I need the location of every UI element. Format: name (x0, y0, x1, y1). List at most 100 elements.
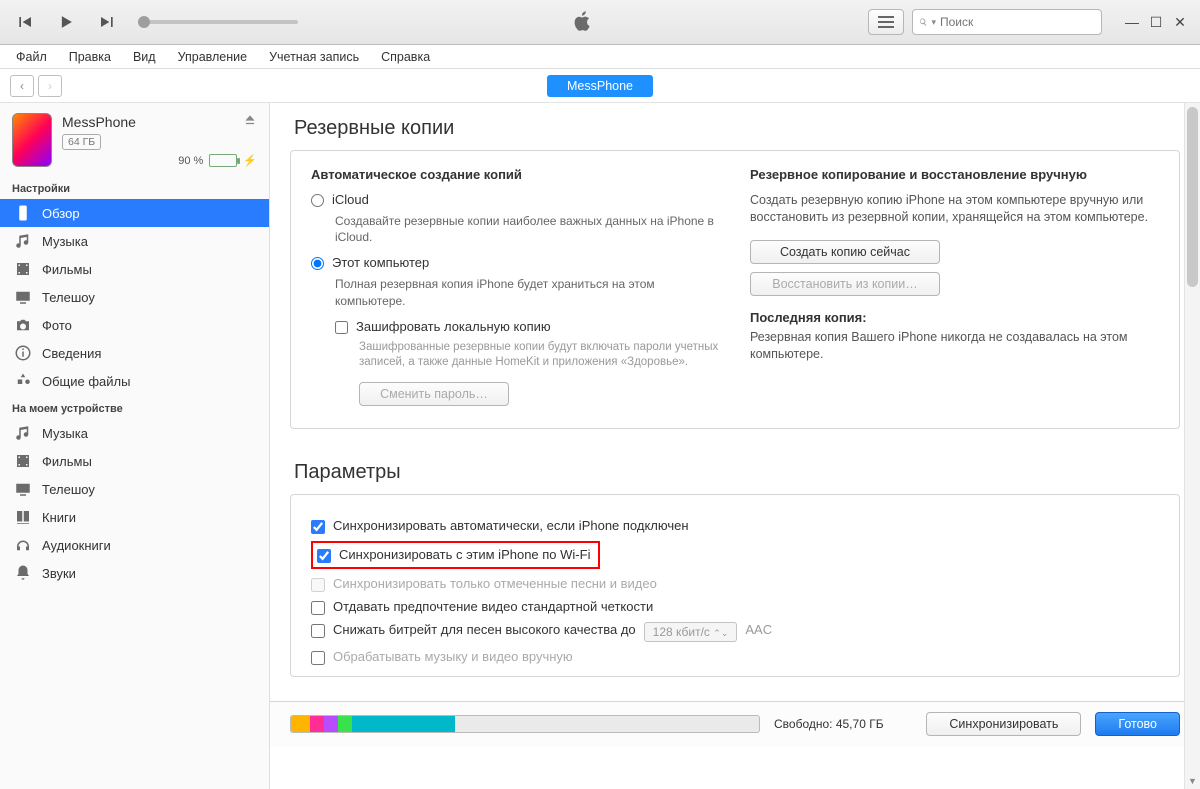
icloud-desc: Создавайте резервные копии наиболее важн… (335, 213, 720, 245)
opt-sd-video[interactable]: Отдавать предпочтение видео стандартной … (311, 599, 1159, 615)
free-space-label: Свободно: 45,70 ГБ (774, 717, 884, 731)
bell-icon (14, 564, 32, 582)
menu-bar: Файл Правка Вид Управление Учетная запис… (0, 45, 1200, 69)
menu-view[interactable]: Вид (123, 47, 166, 67)
menu-help[interactable]: Справка (371, 47, 440, 67)
main-content: Резервные копии Автоматическое создание … (270, 103, 1200, 789)
search-input[interactable] (940, 15, 1095, 29)
checkbox-bitrate[interactable] (311, 624, 325, 638)
next-button[interactable] (90, 8, 122, 36)
sidebar-item-label: Фото (42, 318, 72, 333)
search-field[interactable]: ▾ (912, 9, 1102, 35)
opt-bitrate[interactable]: Снижать битрейт для песен высокого качес… (311, 622, 1159, 642)
capacity-bar (290, 715, 760, 733)
vertical-scrollbar[interactable]: ▲ ▼ (1184, 103, 1200, 789)
menu-account[interactable]: Учетная запись (259, 47, 369, 67)
checkbox-wifi-sync[interactable] (317, 549, 331, 563)
apps-icon (14, 372, 32, 390)
scroll-thumb[interactable] (1187, 107, 1198, 287)
params-panel: Синхронизировать автоматически, если iPh… (290, 494, 1180, 677)
opt-manual-manage[interactable]: Обрабатывать музыку и видео вручную (311, 649, 1159, 665)
device-name: MessPhone (62, 114, 136, 130)
restore-button[interactable]: Восстановить из копии… (750, 272, 940, 296)
sidebar: MessPhone 64 ГБ 90 % ⚡ Настройки Обзор М… (0, 103, 270, 789)
sidebar-item-music[interactable]: Музыка (0, 227, 269, 255)
checkbox-manual-manage[interactable] (311, 651, 325, 665)
opt-label: Синхронизировать только отмеченные песни… (333, 576, 657, 591)
sidebar-item-device-movies[interactable]: Фильмы (0, 447, 269, 475)
change-password-button[interactable]: Сменить пароль… (359, 382, 509, 406)
encrypt-checkbox[interactable] (335, 321, 348, 334)
volume-slider[interactable] (138, 20, 298, 24)
encrypt-label: Зашифровать локальную копию (356, 319, 551, 334)
sidebar-item-tvshows[interactable]: Телешоу (0, 283, 269, 311)
play-button[interactable] (50, 8, 82, 36)
backups-heading: Резервные копии (270, 103, 1200, 150)
sidebar-item-label: Сведения (42, 346, 101, 361)
radio-thispc[interactable]: Этот компьютер (311, 255, 720, 270)
music-icon (14, 424, 32, 442)
sidebar-item-label: Телешоу (42, 482, 95, 497)
wifi-sync-highlight: Синхронизировать с этим iPhone по Wi-Fi (311, 541, 600, 569)
device-breadcrumb-pill[interactable]: MessPhone (547, 75, 653, 97)
sidebar-item-movies[interactable]: Фильмы (0, 255, 269, 283)
sidebar-item-label: Музыка (42, 426, 88, 441)
close-button[interactable]: ✕ (1170, 13, 1190, 31)
opt-checked-only[interactable]: Синхронизировать только отмеченные песни… (311, 576, 1159, 592)
sidebar-item-photos[interactable]: Фото (0, 311, 269, 339)
eject-icon[interactable] (243, 113, 257, 130)
done-button[interactable]: Готово (1095, 712, 1180, 736)
radio-icloud-input[interactable] (311, 194, 324, 207)
scroll-down-icon[interactable]: ▼ (1185, 773, 1200, 789)
sidebar-item-label: Фильмы (42, 454, 92, 469)
footer-bar: Свободно: 45,70 ГБ Синхронизировать Гото… (270, 701, 1200, 747)
bitrate-select[interactable]: 128 кбит/с ⌃⌄ (644, 622, 738, 642)
device-thumb-icon (12, 113, 52, 167)
queue-button[interactable] (868, 9, 904, 35)
menu-edit[interactable]: Правка (59, 47, 121, 67)
sidebar-item-shared-files[interactable]: Общие файлы (0, 367, 269, 395)
opt-wifi-sync[interactable]: Синхронизировать с этим iPhone по Wi-Fi (311, 541, 1159, 569)
checkbox-sd-video[interactable] (311, 601, 325, 615)
radio-thispc-input[interactable] (311, 257, 324, 270)
apple-logo-icon (572, 10, 594, 35)
sidebar-item-device-music[interactable]: Музыка (0, 419, 269, 447)
sidebar-item-device-audiobooks[interactable]: Аудиокниги (0, 531, 269, 559)
encrypt-checkbox-row[interactable]: Зашифровать локальную копию (335, 319, 720, 334)
sidebar-item-device-tvshows[interactable]: Телешоу (0, 475, 269, 503)
backups-panel: Автоматическое создание копий iCloud Соз… (290, 150, 1180, 429)
checkbox-auto-sync[interactable] (311, 520, 325, 534)
opt-label: Синхронизировать автоматически, если iPh… (333, 518, 689, 533)
book-icon (14, 508, 32, 526)
minimize-button[interactable]: — (1122, 13, 1142, 31)
prev-button[interactable] (10, 8, 42, 36)
sidebar-item-label: Аудиокниги (42, 538, 111, 553)
radio-icloud[interactable]: iCloud (311, 192, 720, 207)
encrypt-note: Зашифрованные резервные копии будут вклю… (359, 340, 720, 370)
sidebar-item-device-tones[interactable]: Звуки (0, 559, 269, 587)
sync-button[interactable]: Синхронизировать (926, 712, 1081, 736)
radio-thispc-label: Этот компьютер (332, 255, 429, 270)
backup-now-button[interactable]: Создать копию сейчас (750, 240, 940, 264)
player-toolbar: ▾ — ☐ ✕ (0, 0, 1200, 45)
breadcrumb-bar: ‹ › MessPhone (0, 69, 1200, 103)
menu-file[interactable]: Файл (6, 47, 57, 67)
sidebar-item-overview[interactable]: Обзор (0, 199, 269, 227)
sidebar-item-info[interactable]: Сведения (0, 339, 269, 367)
maximize-button[interactable]: ☐ (1146, 13, 1166, 31)
info-icon (14, 344, 32, 362)
nav-forward-button[interactable]: › (38, 75, 62, 97)
radio-icloud-label: iCloud (332, 192, 369, 207)
sidebar-item-device-books[interactable]: Книги (0, 503, 269, 531)
nav-back-button[interactable]: ‹ (10, 75, 34, 97)
last-copy-heading: Последняя копия: (750, 310, 1159, 325)
bitrate-value: 128 кбит/с (653, 625, 710, 639)
menu-controls[interactable]: Управление (168, 47, 258, 67)
sidebar-item-label: Телешоу (42, 290, 95, 305)
headphones-icon (14, 536, 32, 554)
music-icon (14, 232, 32, 250)
checkbox-checked-only[interactable] (311, 578, 325, 592)
film-icon (14, 260, 32, 278)
opt-label: Отдавать предпочтение видео стандартной … (333, 599, 653, 614)
opt-auto-sync[interactable]: Синхронизировать автоматически, если iPh… (311, 518, 1159, 534)
